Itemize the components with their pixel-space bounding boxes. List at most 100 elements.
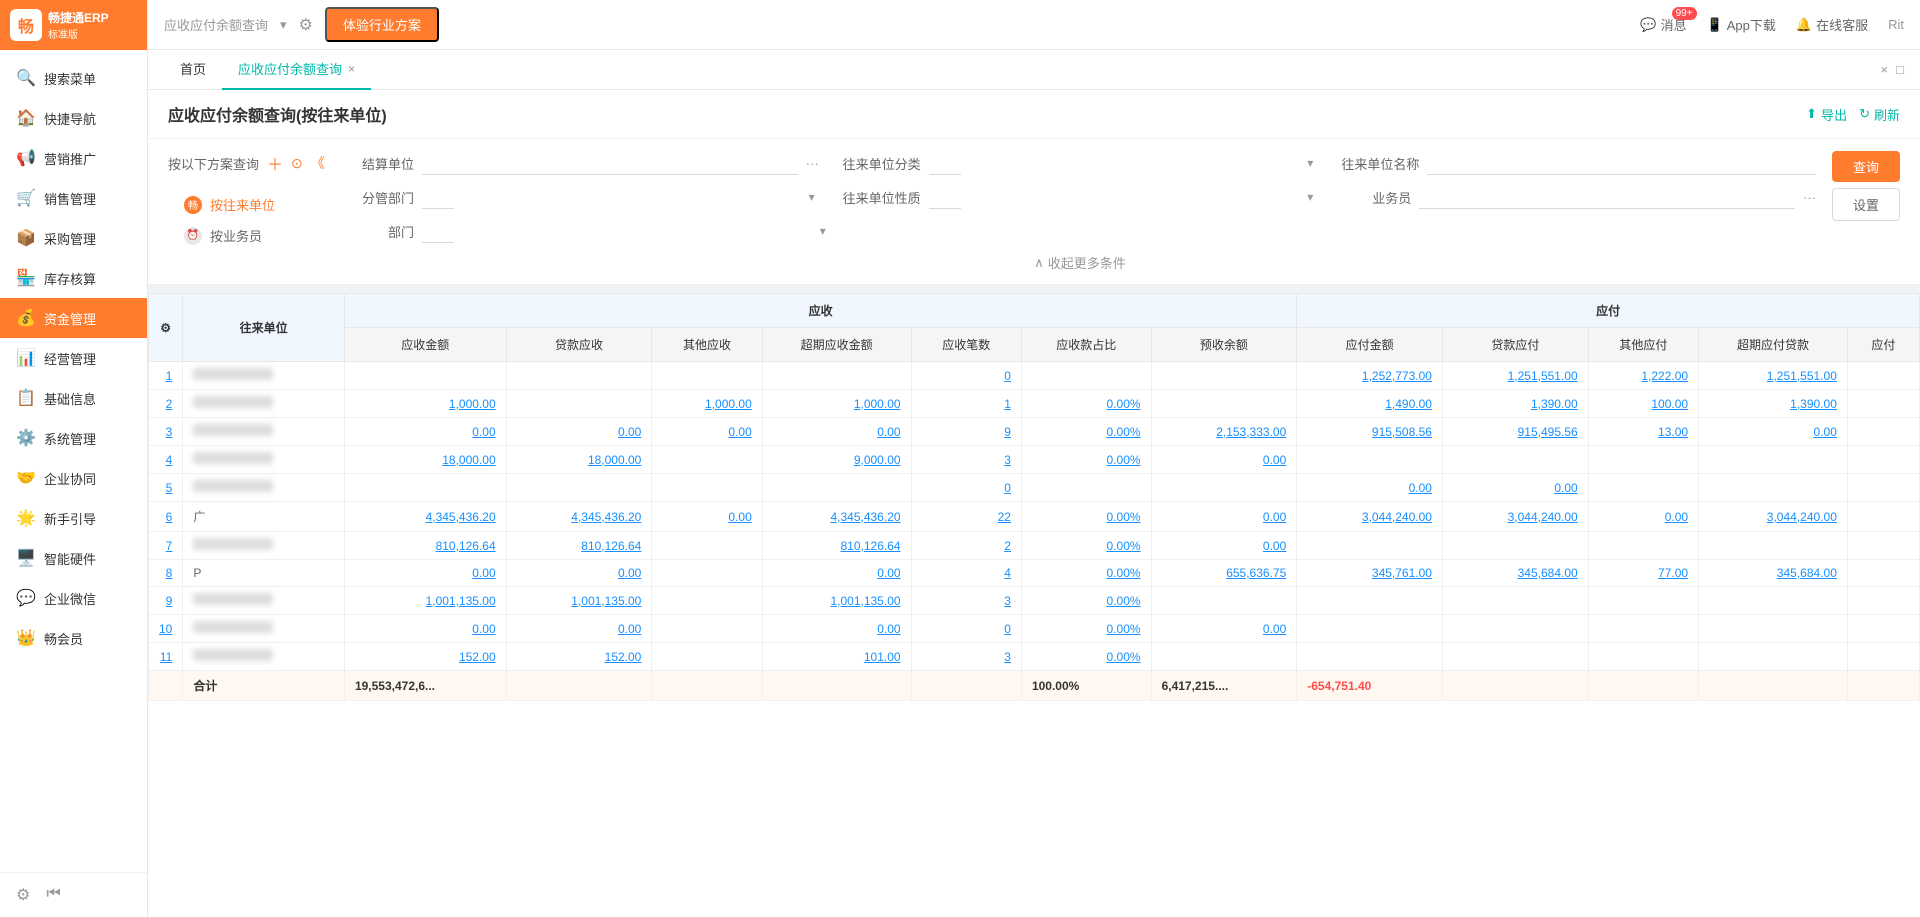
table-cell[interactable]: 10: [149, 615, 183, 643]
table-cell[interactable]: 0.00: [1699, 418, 1848, 446]
table-cell[interactable]: 7: [149, 532, 183, 560]
table-cell[interactable]: 1,000.00: [762, 390, 911, 418]
table-cell[interactable]: 13.00: [1588, 418, 1698, 446]
table-cell[interactable]: 3: [149, 418, 183, 446]
table-cell[interactable]: 655,636.75: [1151, 560, 1297, 587]
table-cell[interactable]: 0.00: [344, 418, 506, 446]
tab-receivable[interactable]: 应收应付余额查询 ×: [222, 50, 371, 90]
sidebar-item-hardware[interactable]: 🖥️ 智能硬件: [0, 538, 147, 578]
table-cell[interactable]: 345,684.00: [1699, 560, 1848, 587]
table-cell[interactable]: 2: [149, 390, 183, 418]
query-button[interactable]: 查询: [1832, 151, 1900, 182]
table-cell[interactable]: 0.00: [762, 615, 911, 643]
tab-close-icon[interactable]: ×: [348, 62, 355, 76]
table-cell[interactable]: 3: [911, 643, 1021, 671]
scheme-by-salesperson[interactable]: ⏰ 按业务员: [176, 222, 320, 249]
table-cell[interactable]: 0.00: [344, 615, 506, 643]
collapse-button[interactable]: ∧ 收起更多条件: [1034, 253, 1126, 272]
table-cell[interactable]: 6: [149, 502, 183, 532]
table-cell[interactable]: 810,126.64: [506, 532, 652, 560]
partner-nature-select[interactable]: [929, 185, 961, 209]
table-cell[interactable]: 3,044,240.00: [1297, 502, 1443, 532]
table-cell[interactable]: 0.00: [1151, 615, 1297, 643]
sidebar-item-guide[interactable]: 🌟 新手引导: [0, 498, 147, 538]
sidebar-item-basic[interactable]: 📋 基础信息: [0, 378, 147, 418]
table-cell[interactable]: 0.00: [762, 560, 911, 587]
table-cell[interactable]: 345,684.00: [1442, 560, 1588, 587]
table-cell[interactable]: 1,001,135.00: [762, 587, 911, 615]
sidebar-item-operation[interactable]: 📊 经营管理: [0, 338, 147, 378]
table-cell[interactable]: 1: [911, 390, 1021, 418]
table-cell[interactable]: 3: [911, 587, 1021, 615]
table-cell[interactable]: 1,001,135.00: [344, 587, 506, 615]
table-cell[interactable]: 1: [149, 362, 183, 390]
salesperson-input[interactable]: [1419, 185, 1795, 209]
add-scheme-btn[interactable]: ＋: [267, 151, 283, 175]
table-cell[interactable]: 77.00: [1588, 560, 1698, 587]
table-cell[interactable]: 0.00: [1442, 474, 1588, 502]
table-cell[interactable]: 810,126.64: [344, 532, 506, 560]
sidebar-item-marketing[interactable]: 📢 营销推广: [0, 138, 147, 178]
table-cell[interactable]: 1,000.00: [652, 390, 762, 418]
table-cell[interactable]: 152.00: [344, 643, 506, 671]
table-cell[interactable]: 4,345,436.20: [506, 502, 652, 532]
table-cell[interactable]: 11: [149, 643, 183, 671]
user-avatar[interactable]: Rit: [1888, 17, 1904, 32]
table-cell[interactable]: 4,345,436.20: [762, 502, 911, 532]
table-cell[interactable]: 1,222.00: [1588, 362, 1698, 390]
table-cell[interactable]: 0.00: [344, 560, 506, 587]
table-cell[interactable]: 5: [149, 474, 183, 502]
dept-select[interactable]: [422, 219, 454, 243]
table-cell[interactable]: 0.00: [762, 418, 911, 446]
sidebar-item-member[interactable]: 👑 畅会员: [0, 618, 147, 658]
table-cell[interactable]: 1,251,551.00: [1442, 362, 1588, 390]
table-cell[interactable]: 0.00: [506, 615, 652, 643]
table-cell[interactable]: 1,390.00: [1442, 390, 1588, 418]
scheme-by-partner[interactable]: 畅 按往来单位: [176, 191, 320, 218]
table-cell[interactable]: 0.00: [652, 418, 762, 446]
sidebar-item-inventory[interactable]: 🏪 库存核算: [0, 258, 147, 298]
table-cell[interactable]: 4: [149, 446, 183, 474]
app-download-button[interactable]: 📱 App下载: [1707, 15, 1776, 34]
table-cell[interactable]: 4,345,436.20: [344, 502, 506, 532]
settings-icon[interactable]: ⚙: [16, 885, 30, 905]
table-cell[interactable]: 3,044,240.00: [1699, 502, 1848, 532]
table-cell[interactable]: 0.00%: [1021, 390, 1151, 418]
set-button[interactable]: 设置: [1832, 188, 1900, 221]
table-cell[interactable]: 18,000.00: [506, 446, 652, 474]
sidebar-item-sales[interactable]: 🛒 销售管理: [0, 178, 147, 218]
close-window-icon[interactable]: ×: [1881, 62, 1889, 77]
table-cell[interactable]: 22: [911, 502, 1021, 532]
table-cell[interactable]: 3: [911, 446, 1021, 474]
table-cell[interactable]: 9,000.00: [762, 446, 911, 474]
table-cell[interactable]: 0.00%: [1021, 446, 1151, 474]
table-cell[interactable]: 0.00%: [1021, 418, 1151, 446]
table-cell[interactable]: 1,390.00: [1699, 390, 1848, 418]
table-cell[interactable]: 0.00: [506, 418, 652, 446]
subdept-select[interactable]: [422, 185, 454, 209]
table-cell[interactable]: 3,044,240.00: [1442, 502, 1588, 532]
refresh-button[interactable]: ↻ 刷新: [1859, 105, 1900, 124]
table-cell[interactable]: 0.00%: [1021, 532, 1151, 560]
table-cell[interactable]: 0: [911, 474, 1021, 502]
table-cell[interactable]: 345,761.00: [1297, 560, 1443, 587]
table-cell[interactable]: 0.00: [1151, 446, 1297, 474]
table-cell[interactable]: 8: [149, 560, 183, 587]
edit-scheme-btn[interactable]: ⊙: [291, 155, 303, 172]
table-cell[interactable]: 4: [911, 560, 1021, 587]
table-cell[interactable]: 100.00: [1588, 390, 1698, 418]
table-cell[interactable]: 0.00: [1588, 502, 1698, 532]
sidebar-item-purchase[interactable]: 📦 采购管理: [0, 218, 147, 258]
tab-home[interactable]: 首页: [164, 50, 222, 90]
table-cell[interactable]: 101.00: [762, 643, 911, 671]
expand-icon[interactable]: □: [1896, 62, 1904, 77]
promo-button[interactable]: 体验行业方案: [325, 7, 439, 42]
table-cell[interactable]: 0.00%: [1021, 502, 1151, 532]
table-cell[interactable]: 2: [911, 532, 1021, 560]
table-cell[interactable]: 0.00%: [1021, 560, 1151, 587]
table-cell[interactable]: 18,000.00: [344, 446, 506, 474]
table-cell[interactable]: 9: [149, 587, 183, 615]
table-cell[interactable]: 0: [911, 615, 1021, 643]
jiesuan-input[interactable]: [422, 151, 798, 175]
sidebar-item-wechat[interactable]: 💬 企业微信: [0, 578, 147, 618]
